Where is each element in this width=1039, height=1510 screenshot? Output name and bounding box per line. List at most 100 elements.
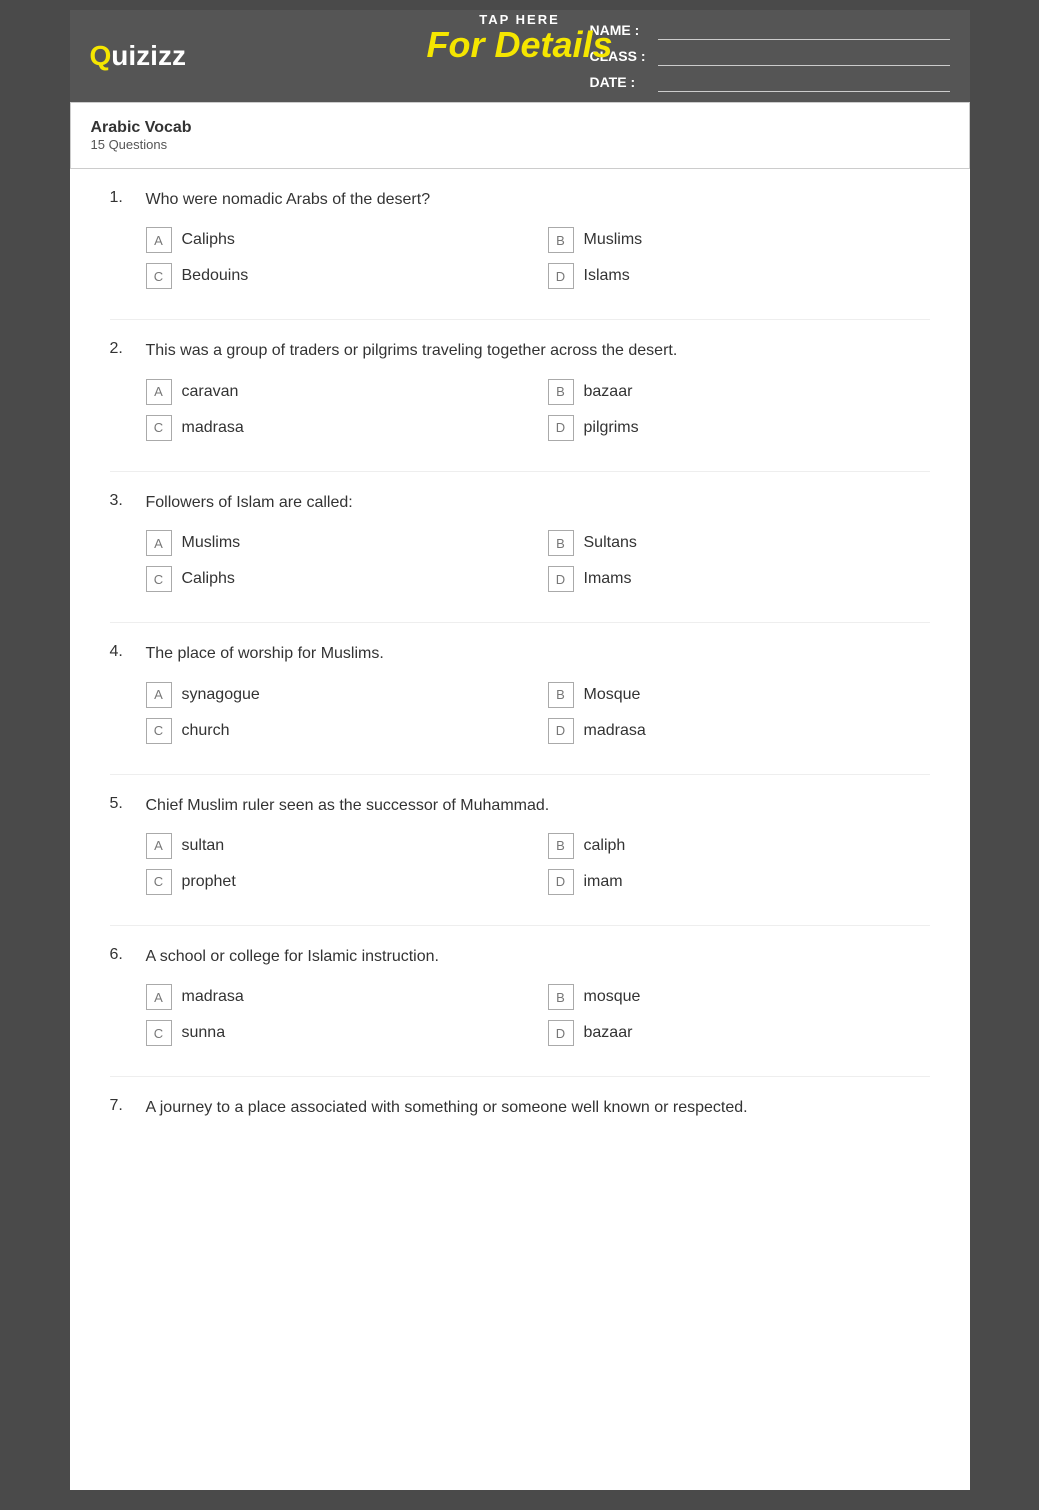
option-item-4-B[interactable]: B Mosque xyxy=(548,682,930,708)
option-text-6-C: sunna xyxy=(182,1024,226,1042)
question-row-1: 1.Who were nomadic Arabs of the desert? xyxy=(110,189,930,211)
option-text-2-D: pilgrims xyxy=(584,419,639,437)
option-letter-3-C: C xyxy=(146,566,172,592)
quiz-title: Arabic Vocab xyxy=(91,119,949,137)
option-text-5-C: prophet xyxy=(182,873,236,891)
option-item-5-C[interactable]: Cprophet xyxy=(146,869,528,895)
option-text-3-D: Imams xyxy=(584,570,632,588)
option-item-3-D[interactable]: D Imams xyxy=(548,566,930,592)
options-grid-4: Asynagogue B Mosque Cchurch Dmadrasa xyxy=(146,682,930,744)
option-text-4-C: church xyxy=(182,722,230,740)
options-grid-3: A Muslims BSultans C Caliphs D Imams xyxy=(146,530,930,592)
question-number-6: 6. xyxy=(110,946,146,964)
date-input-line[interactable] xyxy=(658,72,950,92)
quiz-info: Arabic Vocab 15 Questions xyxy=(91,119,949,152)
logo-text: Quizizz xyxy=(90,40,186,72)
option-letter-5-C: C xyxy=(146,869,172,895)
option-letter-5-B: B xyxy=(548,833,574,859)
option-letter-4-D: D xyxy=(548,718,574,744)
option-text-5-D: imam xyxy=(584,873,623,891)
option-letter-4-C: C xyxy=(146,718,172,744)
option-text-1-C: Bedouins xyxy=(182,267,249,285)
question-text-2: This was a group of traders or pilgrims … xyxy=(146,340,930,362)
option-letter-5-A: A xyxy=(146,833,172,859)
option-text-1-D: Islams xyxy=(584,267,630,285)
option-letter-3-A: A xyxy=(146,530,172,556)
question-block-3: 3.Followers of Islam are called: A Muslims… xyxy=(110,492,930,592)
option-item-2-D[interactable]: Dpilgrims xyxy=(548,415,930,441)
option-letter-6-C: C xyxy=(146,1020,172,1046)
question-number-7: 7. xyxy=(110,1097,146,1115)
option-item-6-C[interactable]: Csunna xyxy=(146,1020,528,1046)
option-item-2-A[interactable]: Acaravan xyxy=(146,379,528,405)
divider-3 xyxy=(110,622,930,623)
options-grid-6: Amadrasa Bmosque Csunna Dbazaar xyxy=(146,984,930,1046)
option-text-3-A: Muslims xyxy=(182,534,241,552)
options-grid-5: Asultan Bcaliph Cprophet Dimam xyxy=(146,833,930,895)
option-item-6-B[interactable]: Bmosque xyxy=(548,984,930,1010)
option-item-1-D[interactable]: D Islams xyxy=(548,263,930,289)
question-block-1: 1.Who were nomadic Arabs of the desert? A… xyxy=(110,189,930,289)
question-row-3: 3.Followers of Islam are called: xyxy=(110,492,930,514)
option-item-1-C[interactable]: C Bedouins xyxy=(146,263,528,289)
question-block-2: 2.This was a group of traders or pilgrim… xyxy=(110,340,930,440)
option-letter-6-D: D xyxy=(548,1020,574,1046)
divider-1 xyxy=(110,319,930,320)
option-text-3-C: Caliphs xyxy=(182,570,235,588)
quizizz-logo: Quizizz xyxy=(90,40,186,72)
option-text-4-B: Mosque xyxy=(584,686,641,704)
page-container: Quizizz TAP HERE For Details NAME : CLAS… xyxy=(70,10,970,1490)
option-letter-2-B: B xyxy=(548,379,574,405)
option-text-1-B: Muslims xyxy=(584,231,643,249)
option-text-2-B: bazaar xyxy=(584,383,633,401)
content-area: 1.Who were nomadic Arabs of the desert? A… xyxy=(70,169,970,1170)
question-row-7: 7.A journey to a place associated with s… xyxy=(110,1097,930,1119)
option-letter-2-A: A xyxy=(146,379,172,405)
option-letter-4-B: B xyxy=(548,682,574,708)
question-block-7: 7.A journey to a place associated with s… xyxy=(110,1097,930,1119)
option-letter-1-A: A xyxy=(146,227,172,253)
question-row-6: 6.A school or college for Islamic instru… xyxy=(110,946,930,968)
question-text-4: The place of worship for Muslims. xyxy=(146,643,930,665)
option-item-3-C[interactable]: C Caliphs xyxy=(146,566,528,592)
date-label: DATE : xyxy=(590,74,650,90)
divider-6 xyxy=(110,1076,930,1077)
option-letter-1-C: C xyxy=(146,263,172,289)
tap-here-banner[interactable]: TAP HERE For Details xyxy=(426,12,612,63)
option-item-1-B[interactable]: B Muslims xyxy=(548,227,930,253)
question-row-4: 4.The place of worship for Muslims. xyxy=(110,643,930,665)
option-item-6-D[interactable]: Dbazaar xyxy=(548,1020,930,1046)
option-item-3-A[interactable]: A Muslims xyxy=(146,530,528,556)
header: Quizizz TAP HERE For Details NAME : CLAS… xyxy=(70,10,970,102)
class-input-line[interactable] xyxy=(658,46,950,66)
option-item-4-D[interactable]: Dmadrasa xyxy=(548,718,930,744)
option-letter-3-D: D xyxy=(548,566,574,592)
option-item-4-C[interactable]: Cchurch xyxy=(146,718,528,744)
name-input-line[interactable] xyxy=(658,20,950,40)
option-item-6-A[interactable]: Amadrasa xyxy=(146,984,528,1010)
option-letter-1-B: B xyxy=(548,227,574,253)
option-letter-1-D: D xyxy=(548,263,574,289)
question-number-2: 2. xyxy=(110,340,146,358)
option-text-4-A: synagogue xyxy=(182,686,260,704)
question-row-5: 5.Chief Muslim ruler seen as the success… xyxy=(110,795,930,817)
option-item-4-A[interactable]: Asynagogue xyxy=(146,682,528,708)
question-number-5: 5. xyxy=(110,795,146,813)
class-field: CLASS : xyxy=(590,46,950,66)
option-item-2-C[interactable]: Cmadrasa xyxy=(146,415,528,441)
option-letter-4-A: A xyxy=(146,682,172,708)
option-item-1-A[interactable]: ACaliphs xyxy=(146,227,528,253)
question-block-6: 6.A school or college for Islamic instru… xyxy=(110,946,930,1046)
option-item-2-B[interactable]: Bbazaar xyxy=(548,379,930,405)
option-item-3-B[interactable]: BSultans xyxy=(548,530,930,556)
quiz-subtitle: 15 Questions xyxy=(91,137,949,152)
info-bar: Arabic Vocab 15 Questions xyxy=(70,102,970,169)
option-item-5-A[interactable]: Asultan xyxy=(146,833,528,859)
divider-5 xyxy=(110,925,930,926)
option-letter-5-D: D xyxy=(548,869,574,895)
question-text-1: Who were nomadic Arabs of the desert? xyxy=(146,189,930,211)
question-text-5: Chief Muslim ruler seen as the successor… xyxy=(146,795,930,817)
option-item-5-B[interactable]: Bcaliph xyxy=(548,833,930,859)
option-item-5-D[interactable]: Dimam xyxy=(548,869,930,895)
question-number-4: 4. xyxy=(110,643,146,661)
